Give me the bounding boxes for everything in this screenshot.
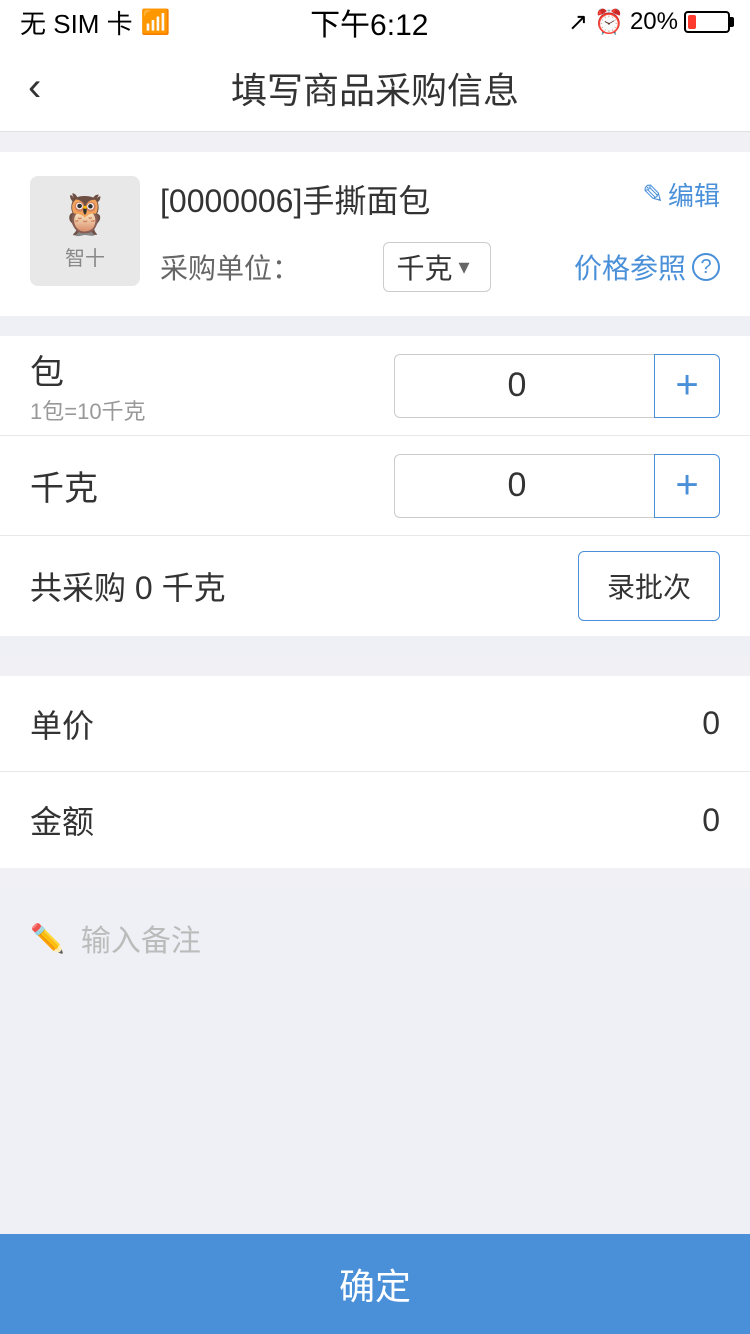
brand-text: 智十: [65, 242, 105, 271]
nav-bar: ‹ 填写商品采购信息: [0, 44, 750, 132]
dropdown-arrow-icon: ▾: [458, 254, 469, 280]
bao-input-row: 包 1包=10千克 +: [0, 336, 750, 436]
status-time: 下午6:12: [310, 0, 428, 44]
kg-label: 千克: [30, 461, 98, 510]
input-section: 包 1包=10千克 + 千克 +: [0, 336, 750, 536]
bao-label: 包 1包=10千克: [30, 345, 146, 426]
product-card: 🦉 智十 [0000006]手撕面包 ✎ 编辑 采购单位： 千克 ▾ 价格参照 …: [0, 152, 750, 316]
amount-label: 金额: [30, 797, 94, 843]
product-info: [0000006]手撕面包 ✎ 编辑 采购单位： 千克 ▾ 价格参照 ?: [160, 176, 720, 292]
batch-button[interactable]: 录批次: [578, 551, 720, 621]
unit-price-row: 单价 0: [0, 676, 750, 772]
divider-2: [0, 636, 750, 656]
bao-sub-label: 1包=10千克: [30, 394, 146, 426]
unit-price-value: 0: [702, 705, 720, 742]
location-icon: ↗: [568, 8, 588, 37]
unit-label: 采购单位：: [160, 247, 300, 287]
page-title: 填写商品采购信息: [231, 62, 519, 114]
no-sim-text: 无 SIM 卡: [20, 4, 133, 41]
edit-button[interactable]: ✎ 编辑: [642, 176, 720, 213]
kg-quantity-input[interactable]: [394, 454, 654, 518]
remark-placeholder: 输入备注: [81, 916, 201, 960]
amount-value: 0: [702, 802, 720, 839]
kg-plus-button[interactable]: +: [654, 454, 720, 518]
unit-select[interactable]: 千克 ▾: [383, 242, 490, 292]
divider-1: [0, 316, 750, 336]
pencil-icon: ✏️: [30, 922, 65, 955]
edit-icon: ✎: [642, 179, 664, 210]
price-section: 单价 0 金额 0: [0, 676, 750, 868]
status-left: 无 SIM 卡 📶: [20, 4, 171, 41]
summary-row: 共采购 0 千克 录批次: [0, 536, 750, 636]
unit-row: 采购单位： 千克 ▾ 价格参照 ?: [160, 242, 720, 292]
status-bar: 无 SIM 卡 📶 下午6:12 ↗ ⏰ 20%: [0, 0, 750, 44]
remark-section[interactable]: ✏️ 输入备注: [0, 888, 750, 988]
battery-icon: [684, 11, 730, 33]
bao-quantity-input[interactable]: [394, 354, 654, 418]
back-button[interactable]: ‹: [28, 65, 41, 110]
product-thumbnail: 🦉 智十: [30, 176, 140, 286]
alarm-icon: ⏰: [594, 8, 624, 37]
status-right: ↗ ⏰ 20%: [568, 8, 730, 37]
summary-text: 共采购 0 千克: [30, 563, 226, 609]
amount-row: 金额 0: [0, 772, 750, 868]
price-ref-button[interactable]: 价格参照 ?: [574, 247, 720, 287]
help-icon: ?: [692, 253, 720, 281]
kg-input-right: +: [394, 454, 720, 518]
brand-owl-icon: 🦉: [60, 191, 110, 238]
unit-price-label: 单价: [30, 701, 94, 747]
confirm-button[interactable]: 确定: [0, 1234, 750, 1334]
battery-pct: 20%: [630, 8, 678, 36]
product-name: [0000006]手撕面包: [160, 176, 430, 222]
kg-input-row: 千克 +: [0, 436, 750, 536]
product-title-row: [0000006]手撕面包 ✎ 编辑: [160, 176, 720, 222]
bao-input-right: +: [394, 354, 720, 418]
bao-plus-button[interactable]: +: [654, 354, 720, 418]
wifi-icon: 📶: [141, 8, 171, 37]
